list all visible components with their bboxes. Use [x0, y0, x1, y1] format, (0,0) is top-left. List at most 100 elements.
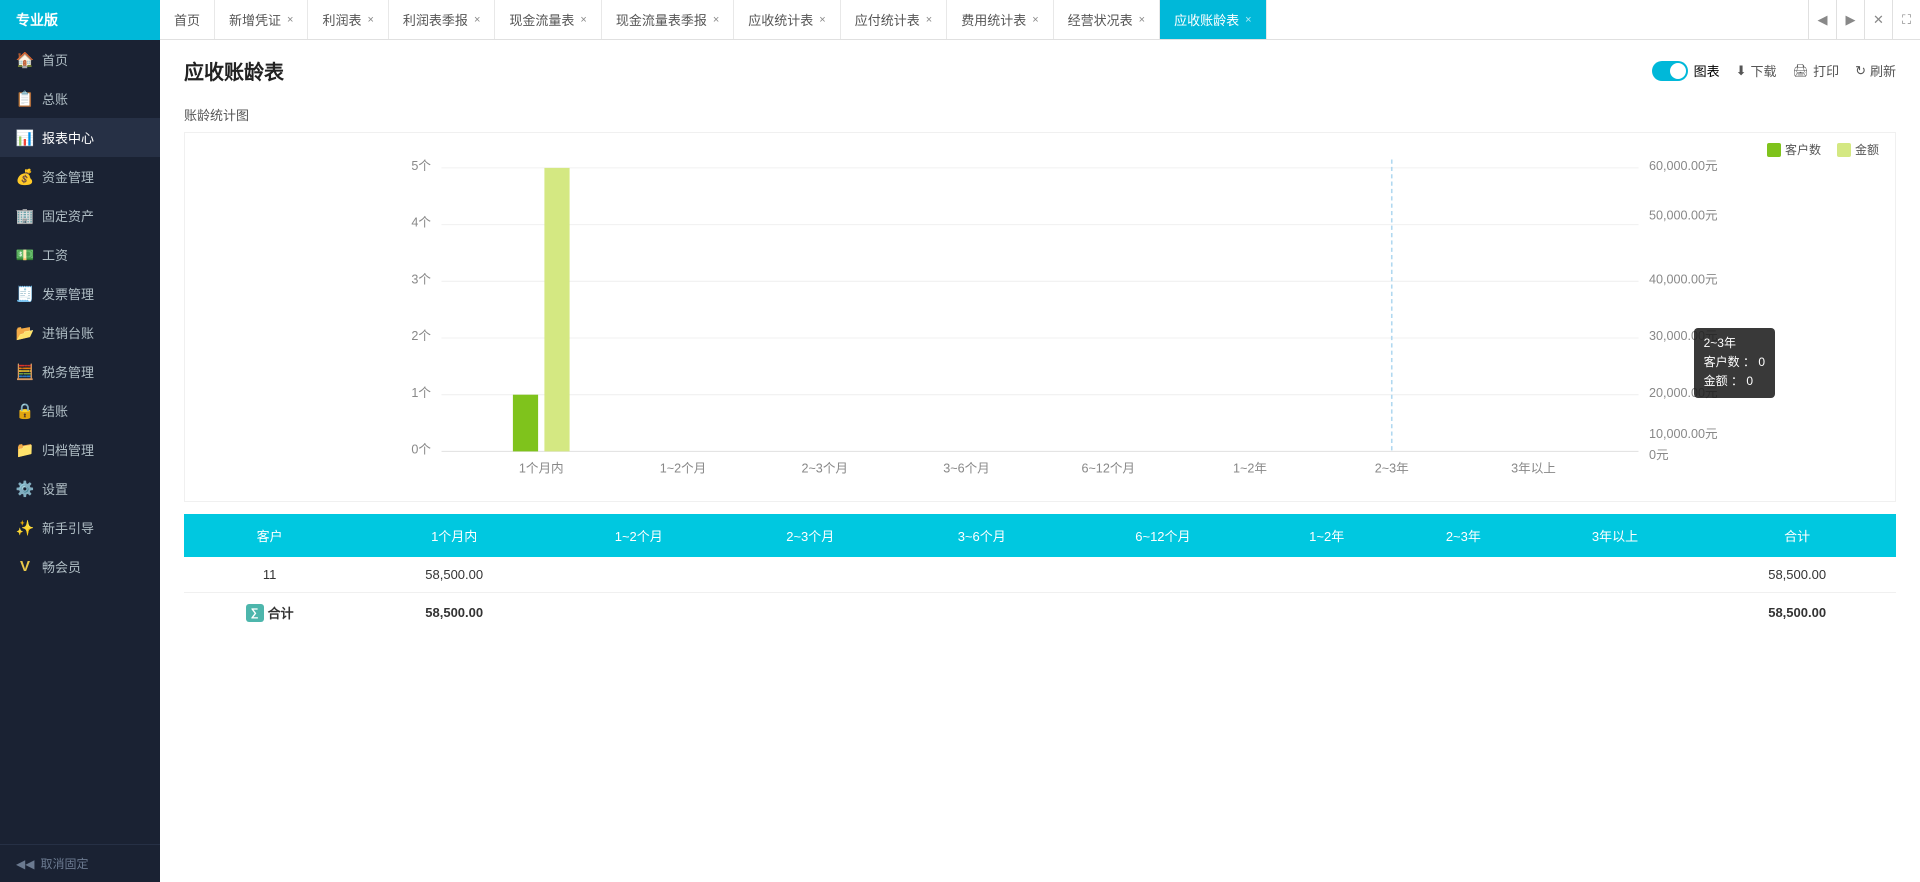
sidebar-item-label: 畅会员 — [42, 557, 81, 576]
svg-text:6~12个月: 6~12个月 — [1081, 461, 1135, 475]
download-label: 下载 — [1751, 61, 1777, 80]
tab-ar-stats-close[interactable]: × — [819, 14, 825, 26]
download-button[interactable]: ⬇ 下载 — [1736, 61, 1777, 80]
legend-amount-dot — [1837, 143, 1851, 157]
invoice-icon: 🧾 — [16, 285, 34, 303]
sidebar-item-archive[interactable]: 📁 归档管理 — [0, 430, 160, 469]
sidebar-item-label: 设置 — [42, 479, 68, 498]
sidebar-item-stock[interactable]: 📂 进销台账 — [0, 313, 160, 352]
tab-expense-stats[interactable]: 费用统计表 × — [947, 0, 1053, 40]
sidebar-item-label: 税务管理 — [42, 362, 94, 381]
ledger-icon: 📋 — [16, 90, 34, 108]
tab-business-status-close[interactable]: × — [1139, 14, 1145, 26]
refresh-label: 刷新 — [1870, 61, 1896, 80]
download-icon: ⬇ — [1736, 63, 1747, 79]
svg-text:40,000.00元: 40,000.00元 — [1649, 272, 1718, 286]
tab-ap-stats[interactable]: 应付统计表 × — [841, 0, 947, 40]
tab-business-status[interactable]: 经营状况表 × — [1054, 0, 1160, 40]
svg-text:10,000.00元: 10,000.00元 — [1649, 427, 1718, 441]
sidebar-item-close[interactable]: 🔒 结账 — [0, 391, 160, 430]
chart-toggle[interactable] — [1652, 61, 1688, 81]
vip-icon: V — [16, 558, 34, 576]
assets-icon: 🏢 — [16, 207, 34, 225]
tab-home[interactable]: 首页 — [160, 0, 215, 40]
cell-1month: 58,500.00 — [355, 557, 553, 593]
col-header-1month: 1个月内 — [355, 514, 553, 557]
chart-area: 账龄统计图 客户数 金额 5个 4个 3个 — [160, 93, 1920, 514]
svg-text:50,000.00元: 50,000.00元 — [1649, 208, 1718, 222]
tab-cashflow-quarterly-close[interactable]: × — [713, 14, 719, 26]
sidebar-item-home[interactable]: 🏠 首页 — [0, 40, 160, 79]
cell-1to2y — [1258, 557, 1395, 593]
tab-ar-stats[interactable]: 应收统计表 × — [734, 0, 840, 40]
tab-expense-stats-close[interactable]: × — [1032, 14, 1038, 26]
stock-icon: 📂 — [16, 324, 34, 342]
tab-prev-button[interactable]: ◀ — [1808, 0, 1836, 40]
sidebar-item-salary[interactable]: 💵 工资 — [0, 235, 160, 274]
tab-profit-quarterly[interactable]: 利润表季报 × — [389, 0, 495, 40]
cell-6to12 — [1067, 557, 1258, 593]
sidebar-item-label: 总账 — [42, 89, 68, 108]
sidebar-item-invoice[interactable]: 🧾 发票管理 — [0, 274, 160, 313]
sidebar-item-tax[interactable]: 🧮 税务管理 — [0, 352, 160, 391]
bar-customer-1month[interactable] — [513, 395, 538, 452]
table-total-row: ∑ 合计 58,500.00 58,500.00 — [184, 593, 1896, 633]
tab-ar-aging[interactable]: 应收账龄表 × — [1160, 0, 1266, 40]
tab-cashflow-quarterly[interactable]: 现金流量表季报 × — [602, 0, 734, 40]
tab-bar: 首页 新增凭证 × 利润表 × 利润表季报 × 现金流量表 × 现金流量表季报 … — [160, 0, 1920, 40]
bar-amount-1month[interactable] — [544, 168, 569, 452]
home-icon: 🏠 — [16, 51, 34, 69]
page-title: 应收账龄表 — [184, 56, 284, 85]
tab-profit[interactable]: 利润表 × — [308, 0, 388, 40]
print-button[interactable]: 🖨 打印 — [1793, 61, 1840, 80]
sidebar-item-vip[interactable]: V 畅会员 — [0, 547, 160, 586]
page-actions: 图表 ⬇ 下载 🖨 打印 ↻ 刷新 — [1652, 61, 1896, 81]
total-1to2 — [553, 593, 724, 633]
tab-ar-aging-close[interactable]: × — [1245, 14, 1251, 26]
tab-new-voucher-label: 新增凭证 — [229, 10, 281, 29]
tab-profit-close[interactable]: × — [367, 14, 373, 26]
tab-fullscreen-button[interactable]: ⛶ — [1892, 0, 1920, 40]
tab-cashflow-close[interactable]: × — [580, 14, 586, 26]
sidebar-pin-toggle[interactable]: ◀◀ 取消固定 — [0, 844, 160, 882]
refresh-button[interactable]: ↻ 刷新 — [1855, 61, 1896, 80]
total-3to6 — [896, 593, 1067, 633]
legend-customer-count: 客户数 — [1767, 141, 1821, 158]
archive-icon: 📁 — [16, 441, 34, 459]
col-header-2to3: 2~3个月 — [725, 514, 896, 557]
svg-text:2~3年: 2~3年 — [1375, 461, 1409, 475]
chart-toggle-label: 图表 — [1694, 61, 1720, 80]
tab-new-voucher-close[interactable]: × — [287, 14, 293, 26]
main-area: 首页 新增凭证 × 利润表 × 利润表季报 × 现金流量表 × 现金流量表季报 … — [160, 0, 1920, 882]
tab-profit-quarterly-close[interactable]: × — [474, 14, 480, 26]
tab-ap-stats-close[interactable]: × — [926, 14, 932, 26]
col-header-customer: 客户 — [184, 514, 355, 557]
svg-text:2~3个月: 2~3个月 — [801, 461, 848, 475]
sidebar-item-label: 报表中心 — [42, 128, 94, 147]
sidebar-item-reports[interactable]: 📊 报表中心 — [0, 118, 160, 157]
tab-cashflow[interactable]: 现金流量表 × — [495, 0, 601, 40]
tab-expense-stats-label: 费用统计表 — [961, 10, 1026, 29]
tab-next-button[interactable]: ▶ — [1836, 0, 1864, 40]
sidebar-item-settings[interactable]: ⚙️ 设置 — [0, 469, 160, 508]
legend-customer-dot — [1767, 143, 1781, 157]
sidebar-item-assets[interactable]: 🏢 固定资产 — [0, 196, 160, 235]
tab-cashflow-quarterly-label: 现金流量表季报 — [616, 10, 707, 29]
sidebar-item-ledger[interactable]: 📋 总账 — [0, 79, 160, 118]
total-icon: ∑ — [246, 604, 264, 622]
tab-new-voucher[interactable]: 新增凭证 × — [215, 0, 308, 40]
tab-close-all-button[interactable]: ✕ — [1864, 0, 1892, 40]
sidebar-item-label: 工资 — [42, 245, 68, 264]
col-header-1to2: 1~2个月 — [553, 514, 724, 557]
sidebar-item-funds[interactable]: 💰 资金管理 — [0, 157, 160, 196]
sidebar-item-label: 归档管理 — [42, 440, 94, 459]
total-2to3y — [1395, 593, 1532, 633]
total-label: 合计 — [268, 603, 294, 622]
aging-table: 客户 1个月内 1~2个月 2~3个月 3~6个月 6~12个月 1~2年 2~… — [184, 514, 1896, 632]
total-row-label-group: ∑ 合计 — [192, 603, 347, 622]
svg-text:4个: 4个 — [411, 216, 431, 230]
svg-text:3~6个月: 3~6个月 — [943, 461, 990, 475]
table-row: 11 58,500.00 58,500.00 — [184, 557, 1896, 593]
sidebar-item-guide[interactable]: ✨ 新手引导 — [0, 508, 160, 547]
sidebar-logo: 专业版 — [0, 0, 160, 40]
